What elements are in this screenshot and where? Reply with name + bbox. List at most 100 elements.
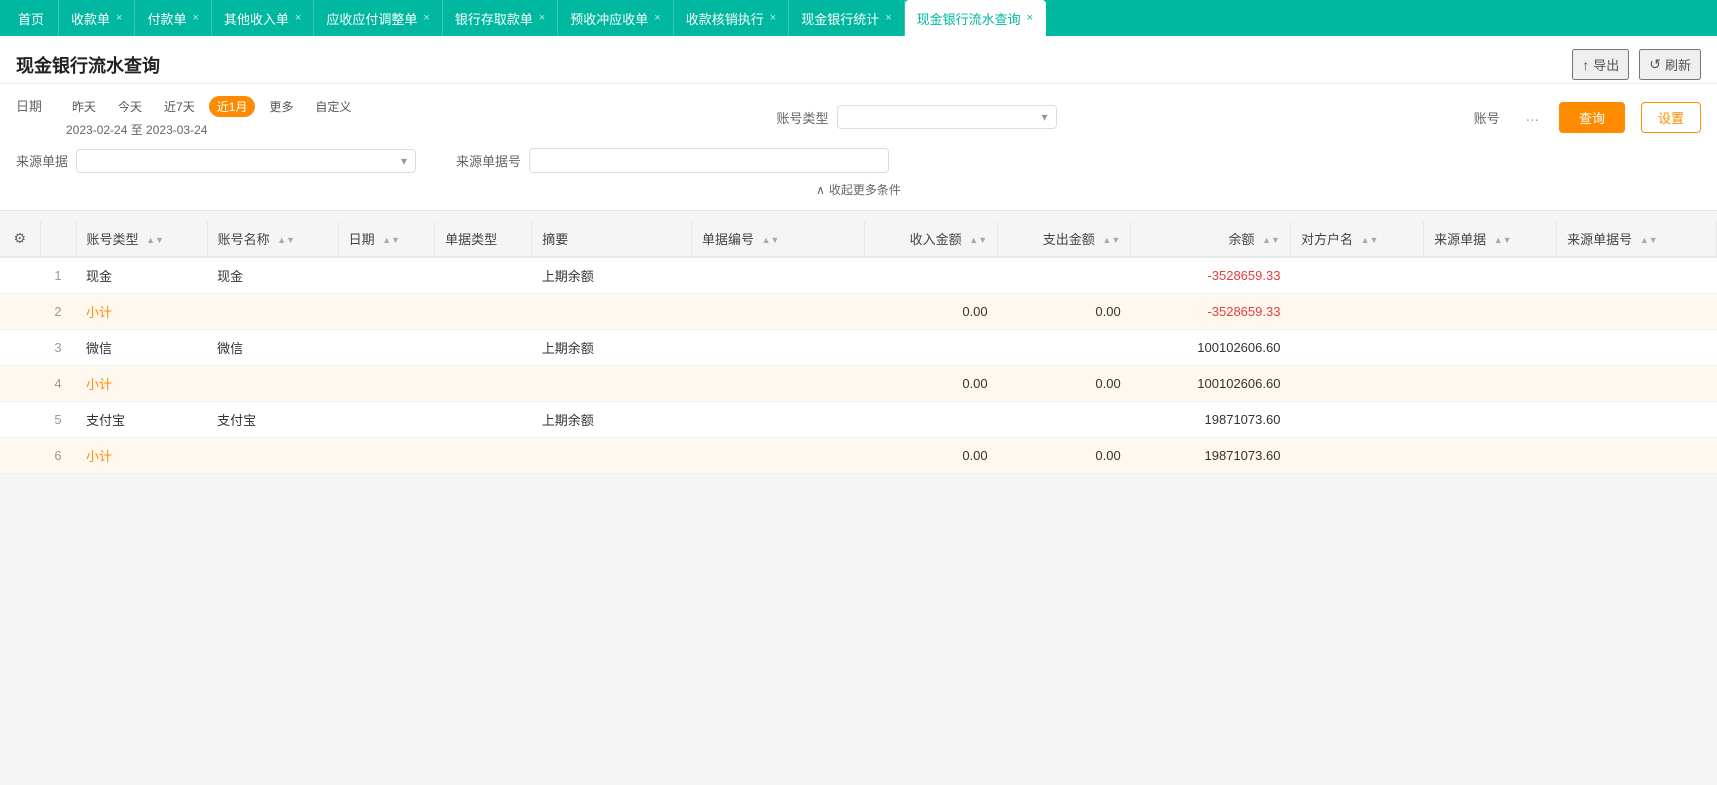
date-option-1month[interactable]: 近1月	[209, 96, 256, 117]
source-doc-no-input[interactable]	[529, 148, 889, 173]
cell-date	[338, 257, 434, 294]
nav-tab-other-income[interactable]: 其他收入单 ×	[212, 0, 314, 36]
row-number: 6	[40, 438, 76, 474]
page-header: 现金银行流水查询 ↑ 导出 ↺ 刷新	[0, 36, 1717, 84]
close-payment[interactable]: ×	[192, 12, 198, 24]
col-doc-type: 单据类型	[435, 221, 532, 257]
col-account-name-label: 账号名称	[218, 232, 270, 247]
nav-tab-cash-stat[interactable]: 现金银行统计 ×	[789, 0, 904, 36]
cell-account-name: 微信	[207, 330, 338, 366]
cell-expense	[998, 257, 1131, 294]
cell-doc-no	[691, 438, 864, 474]
sort-date[interactable]: ▲▼	[382, 236, 400, 245]
date-option-7days[interactable]: 近7天	[156, 96, 203, 117]
row-number: 1	[40, 257, 76, 294]
cell-doc-type	[435, 294, 532, 330]
refresh-button[interactable]: ↺ 刷新	[1639, 49, 1701, 80]
date-label: 日期	[16, 96, 56, 115]
col-expense: 支出金额 ▲▼	[998, 221, 1131, 257]
collapse-bar[interactable]: ∧ 收起更多条件	[16, 177, 1701, 198]
cell-source-doc-no	[1557, 366, 1717, 402]
close-cash-stat[interactable]: ×	[885, 12, 891, 24]
row-number: 5	[40, 402, 76, 438]
close-receipt[interactable]: ×	[116, 12, 122, 24]
source-doc-label: 来源单据	[16, 151, 68, 170]
home-label: 首页	[18, 9, 44, 28]
cell-balance: 19871073.60	[1131, 438, 1291, 474]
date-option-today[interactable]: 今天	[110, 96, 150, 117]
nav-tab-home[interactable]: 首页	[4, 0, 59, 36]
cell-account-type: 现金	[76, 257, 207, 294]
close-ar-ap[interactable]: ×	[423, 12, 429, 24]
close-writeoff[interactable]: ×	[770, 12, 776, 24]
close-prepaid[interactable]: ×	[654, 12, 660, 24]
close-cash-flow[interactable]: ×	[1027, 12, 1033, 24]
date-option-yesterday[interactable]: 昨天	[64, 96, 104, 117]
col-doc-no-label: 单据编号	[702, 232, 754, 247]
cell-summary	[532, 294, 692, 330]
account-more-dots[interactable]: ...	[1526, 108, 1539, 126]
cell-date	[338, 294, 434, 330]
export-button[interactable]: ↑ 导出	[1572, 49, 1629, 80]
cell-account-type: 小计	[76, 438, 207, 474]
col-account-type: 账号类型 ▲▼	[76, 221, 207, 257]
nav-tab-receipt[interactable]: 收款单 ×	[59, 0, 135, 36]
close-bank-deposit[interactable]: ×	[539, 12, 545, 24]
cell-expense: 0.00	[998, 294, 1131, 330]
sort-doc-no[interactable]: ▲▼	[762, 236, 780, 245]
sort-expense[interactable]: ▲▼	[1102, 236, 1120, 245]
sort-source-doc-no[interactable]: ▲▼	[1640, 236, 1658, 245]
table-row[interactable]: 1现金现金上期余额-3528659.33	[0, 257, 1717, 294]
col-date-label: 日期	[349, 232, 375, 247]
table-row[interactable]: 5支付宝支付宝上期余额19871073.60	[0, 402, 1717, 438]
close-other-income[interactable]: ×	[295, 12, 301, 24]
sort-account-name[interactable]: ▲▼	[277, 236, 295, 245]
cell-doc-type	[435, 257, 532, 294]
col-account-name: 账号名称 ▲▼	[207, 221, 338, 257]
col-counterpart: 对方户名 ▲▼	[1290, 221, 1423, 257]
nav-tab-bank-deposit[interactable]: 银行存取款单 ×	[443, 0, 558, 36]
sort-source-doc[interactable]: ▲▼	[1494, 236, 1512, 245]
cash-flow-label: 现金银行流水查询	[917, 9, 1021, 28]
nav-tab-cash-flow[interactable]: 现金银行流水查询 ×	[905, 0, 1046, 36]
cell-counterpart	[1290, 402, 1423, 438]
table-row[interactable]: 2小计0.000.00-3528659.33	[0, 294, 1717, 330]
col-balance-label: 余额	[1228, 232, 1254, 247]
table-row[interactable]: 6小计0.000.0019871073.60	[0, 438, 1717, 474]
header-row: ⚙ 账号类型 ▲▼ 账号名称 ▲▼ 日期 ▲▼ 单据类型	[0, 221, 1717, 257]
col-expense-label: 支出金额	[1043, 232, 1095, 247]
receipt-label: 收款单	[71, 9, 110, 28]
cell-expense: 0.00	[998, 366, 1131, 402]
query-button[interactable]: 查询	[1559, 102, 1625, 133]
nav-tab-payment[interactable]: 付款单 ×	[135, 0, 211, 36]
cell-account-type: 小计	[76, 366, 207, 402]
nav-tab-writeoff[interactable]: 收款核销执行 ×	[674, 0, 789, 36]
gear-icon[interactable]: ⚙	[13, 230, 26, 246]
source-doc-no-label: 来源单据号	[456, 151, 521, 170]
date-option-custom[interactable]: 自定义	[307, 96, 359, 117]
setting-button[interactable]: 设置	[1641, 102, 1701, 133]
sort-counterpart[interactable]: ▲▼	[1361, 236, 1379, 245]
table-body: 1现金现金上期余额-3528659.332小计0.000.00-3528659.…	[0, 257, 1717, 474]
bank-deposit-label: 银行存取款单	[455, 9, 533, 28]
col-source-doc: 来源单据 ▲▼	[1424, 221, 1557, 257]
account-type-select[interactable]: ▾	[837, 105, 1057, 129]
cell-date	[338, 402, 434, 438]
nav-tab-ar-ap-adjust[interactable]: 应收应付调整单 ×	[314, 0, 442, 36]
cash-stat-label: 现金银行统计	[801, 9, 879, 28]
filter-row-2: 来源单据 ▾ 来源单据号	[16, 148, 1701, 173]
source-doc-no-filter: 来源单据号	[456, 148, 889, 173]
nav-tab-prepaid[interactable]: 预收冲应收单 ×	[558, 0, 673, 36]
sort-account-type[interactable]: ▲▼	[146, 236, 164, 245]
source-doc-select[interactable]: ▾	[76, 149, 416, 173]
sort-balance[interactable]: ▲▼	[1262, 236, 1280, 245]
sort-income[interactable]: ▲▼	[969, 236, 987, 245]
cell-counterpart	[1290, 366, 1423, 402]
refresh-icon: ↺	[1649, 56, 1661, 73]
date-option-more[interactable]: 更多	[261, 96, 301, 117]
table-row[interactable]: 4小计0.000.00100102606.60	[0, 366, 1717, 402]
header-actions: ↑ 导出 ↺ 刷新	[1572, 49, 1701, 80]
table-row[interactable]: 3微信微信上期余额100102606.60	[0, 330, 1717, 366]
export-label: 导出	[1593, 55, 1619, 74]
col-source-doc-no: 来源单据号 ▲▼	[1557, 221, 1717, 257]
